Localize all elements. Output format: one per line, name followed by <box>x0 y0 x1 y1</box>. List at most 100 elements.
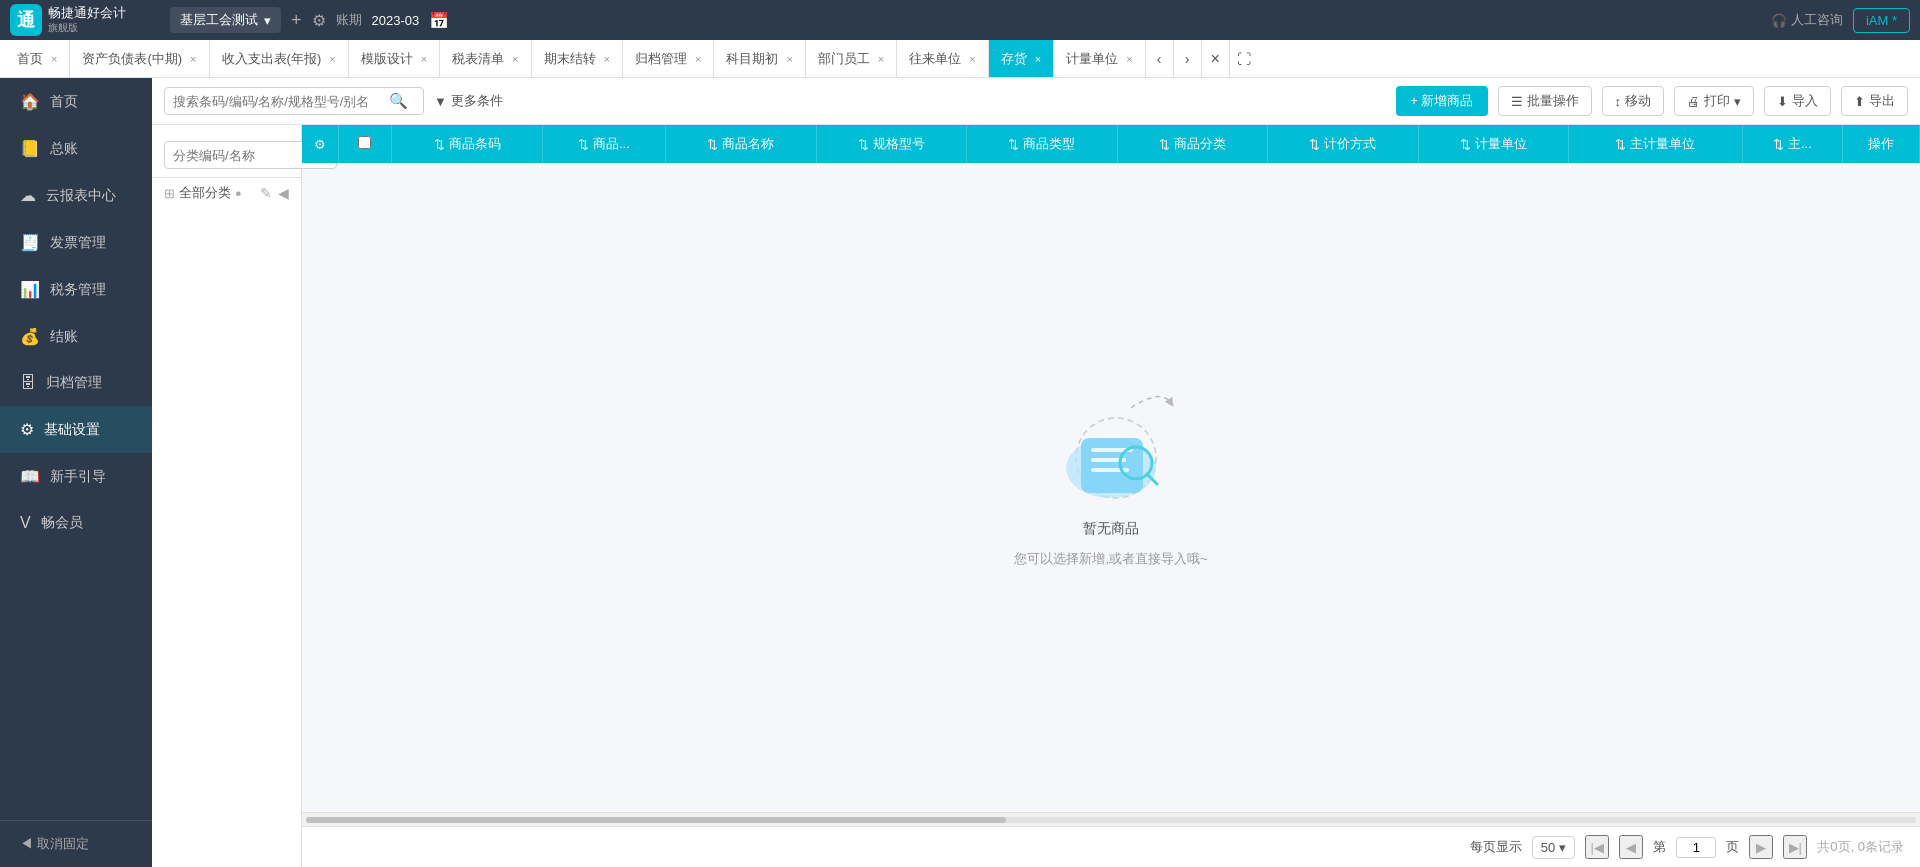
search-box-main[interactable]: 🔍 <box>164 87 424 115</box>
more-conditions-button[interactable]: ▼ 更多条件 <box>434 92 503 110</box>
sidebar-item-guide[interactable]: 📖 新手引导 <box>0 453 152 500</box>
top-bar: 通 畅捷通好会计 旗舰版 基层工会测试 ▾ + ⚙ 账期 2023-03 📅 🎧… <box>0 0 1920 40</box>
sidebar-item-settings[interactable]: ⚙ 基础设置 <box>0 406 152 453</box>
workspace-selector[interactable]: 基层工会测试 ▾ <box>170 7 281 33</box>
per-page-select[interactable]: 50 ▾ <box>1532 836 1575 859</box>
select-all-checkbox[interactable] <box>358 136 371 149</box>
tab-template-close[interactable]: × <box>421 53 427 65</box>
scrollbar-thumb[interactable] <box>306 817 1006 823</box>
tab-archive-close[interactable]: × <box>695 53 701 65</box>
import-icon: ⬇ <box>1777 94 1788 109</box>
tab-period-close-x[interactable]: × <box>604 53 610 65</box>
filter-icon: ▼ <box>434 94 447 109</box>
sidebar-item-tax[interactable]: 📊 税务管理 <box>0 266 152 313</box>
tab-prev-button[interactable]: ‹ <box>1146 40 1174 78</box>
tab-next-button[interactable]: › <box>1174 40 1202 78</box>
tab-subject[interactable]: 科目期初 × <box>714 40 805 78</box>
app-logo: 通 <box>10 4 42 36</box>
scrollbar-track[interactable] <box>306 817 1916 823</box>
col-checkbox[interactable] <box>338 125 392 163</box>
category-collapse-icon[interactable]: ◀ <box>278 185 289 201</box>
home-icon: 🏠 <box>20 92 40 111</box>
horizontal-scrollbar[interactable] <box>302 812 1920 826</box>
tab-income[interactable]: 收入支出表(年报) × <box>210 40 349 78</box>
tab-period-close[interactable]: 期末结转 × <box>532 40 623 78</box>
col-main-code[interactable]: ⇅主... <box>1742 125 1842 163</box>
sidebar-item-archive[interactable]: 🗄 归档管理 <box>0 360 152 406</box>
sidebar-item-checkout[interactable]: 💰 结账 <box>0 313 152 360</box>
sidebar-item-home-label: 首页 <box>50 93 78 111</box>
col-main-unit[interactable]: ⇅主计量单位 <box>1569 125 1743 163</box>
sidebar-item-ledger[interactable]: 📒 总账 <box>0 125 152 172</box>
settings-top-icon[interactable]: ⚙ <box>312 11 326 30</box>
col-barcode[interactable]: ⇅商品条码 <box>392 125 543 163</box>
period-label: 账期 <box>336 11 362 29</box>
sidebar-item-member-label: 畅会员 <box>41 514 83 532</box>
col-action: 操作 <box>1842 125 1919 163</box>
tab-template[interactable]: 模版设计 × <box>349 40 440 78</box>
col-price-method[interactable]: ⇅计价方式 <box>1268 125 1419 163</box>
category-panel: 🔍 ⊞ 全部分类 ● ✎ ◀ <box>152 125 302 867</box>
col-spec[interactable]: ⇅规格型号 <box>816 125 967 163</box>
sidebar-item-member[interactable]: V 畅会员 <box>0 500 152 546</box>
col-name[interactable]: ⇅商品名称 <box>666 125 817 163</box>
tab-tax[interactable]: 税表清单 × <box>440 40 531 78</box>
tab-income-close[interactable]: × <box>329 53 335 65</box>
category-search-toolbar: 🔍 <box>152 133 301 178</box>
export-button[interactable]: ⬆ 导出 <box>1841 86 1908 116</box>
move-button[interactable]: ↕ 移动 <box>1602 86 1665 116</box>
sidebar-item-invoice[interactable]: 🧾 发票管理 <box>0 219 152 266</box>
page-number-input[interactable] <box>1676 837 1716 858</box>
split-layout: 🔍 ⊞ 全部分类 ● ✎ ◀ <box>152 125 1920 867</box>
category-add-icon[interactable]: ✎ <box>260 185 272 201</box>
tab-expand-button[interactable]: ⛶ <box>1230 40 1258 78</box>
tab-balance-label: 资产负债表(中期) <box>82 50 182 68</box>
category-search-input[interactable] <box>173 148 303 163</box>
tab-unit[interactable]: 计量单位 × <box>1054 40 1145 78</box>
tab-home-close[interactable]: × <box>51 53 57 65</box>
tab-home[interactable]: 首页 × <box>5 40 70 78</box>
import-button[interactable]: ⬇ 导入 <box>1764 86 1831 116</box>
help-button[interactable]: 🎧 人工咨询 <box>1771 11 1843 29</box>
tab-balance[interactable]: 资产负债表(中期) × <box>70 40 209 78</box>
tab-department[interactable]: 部门员工 × <box>806 40 897 78</box>
col-unit[interactable]: ⇅计量单位 <box>1418 125 1569 163</box>
chevron-down-icon: ▾ <box>264 13 271 28</box>
col-settings[interactable]: ⚙ <box>302 125 338 163</box>
first-page-button[interactable]: |◀ <box>1585 835 1609 859</box>
sidebar-item-tax-label: 税务管理 <box>50 281 106 299</box>
print-button[interactable]: 🖨 打印 ▾ <box>1674 86 1754 116</box>
last-page-button[interactable]: ▶| <box>1783 835 1807 859</box>
sidebar-item-home[interactable]: 🏠 首页 <box>0 78 152 125</box>
sidebar-collapse-button[interactable]: ◀ 取消固定 <box>0 820 152 867</box>
tab-inventory-close[interactable]: × <box>1035 53 1041 65</box>
next-page-button[interactable]: ▶ <box>1749 835 1773 859</box>
calendar-icon[interactable]: 📅 <box>429 11 449 30</box>
tab-balance-close[interactable]: × <box>190 53 196 65</box>
account-button[interactable]: iAM * <box>1853 8 1910 33</box>
col-type[interactable]: ⇅商品类型 <box>967 125 1118 163</box>
tab-close-all-button[interactable]: × <box>1202 40 1230 78</box>
tab-archive[interactable]: 归档管理 × <box>623 40 714 78</box>
tab-unit-close[interactable]: × <box>1126 53 1132 65</box>
add-product-button[interactable]: + 新增商品 <box>1396 86 1487 116</box>
sidebar-item-reports[interactable]: ☁ 云报表中心 <box>0 172 152 219</box>
batch-operation-button[interactable]: ☰ 批量操作 <box>1498 86 1592 116</box>
search-button[interactable]: 🔍 <box>389 92 408 110</box>
tab-tax-close[interactable]: × <box>512 53 518 65</box>
import-label: 导入 <box>1792 92 1818 110</box>
prev-page-button[interactable]: ◀ <box>1619 835 1643 859</box>
tab-inventory[interactable]: 存货 × <box>989 40 1054 78</box>
tab-partner-close[interactable]: × <box>969 53 975 65</box>
tab-partner[interactable]: 往来单位 × <box>897 40 988 78</box>
col-code[interactable]: ⇅商品... <box>542 125 665 163</box>
col-category[interactable]: ⇅商品分类 <box>1117 125 1268 163</box>
grid-icon: ⊞ <box>164 186 175 201</box>
guide-icon: 📖 <box>20 467 40 486</box>
tab-department-close[interactable]: × <box>878 53 884 65</box>
add-tab-icon[interactable]: + <box>291 10 302 31</box>
main-search-input[interactable] <box>173 94 383 109</box>
tab-department-label: 部门员工 <box>818 50 870 68</box>
tab-subject-label: 科目期初 <box>726 50 778 68</box>
tab-subject-close[interactable]: × <box>786 53 792 65</box>
